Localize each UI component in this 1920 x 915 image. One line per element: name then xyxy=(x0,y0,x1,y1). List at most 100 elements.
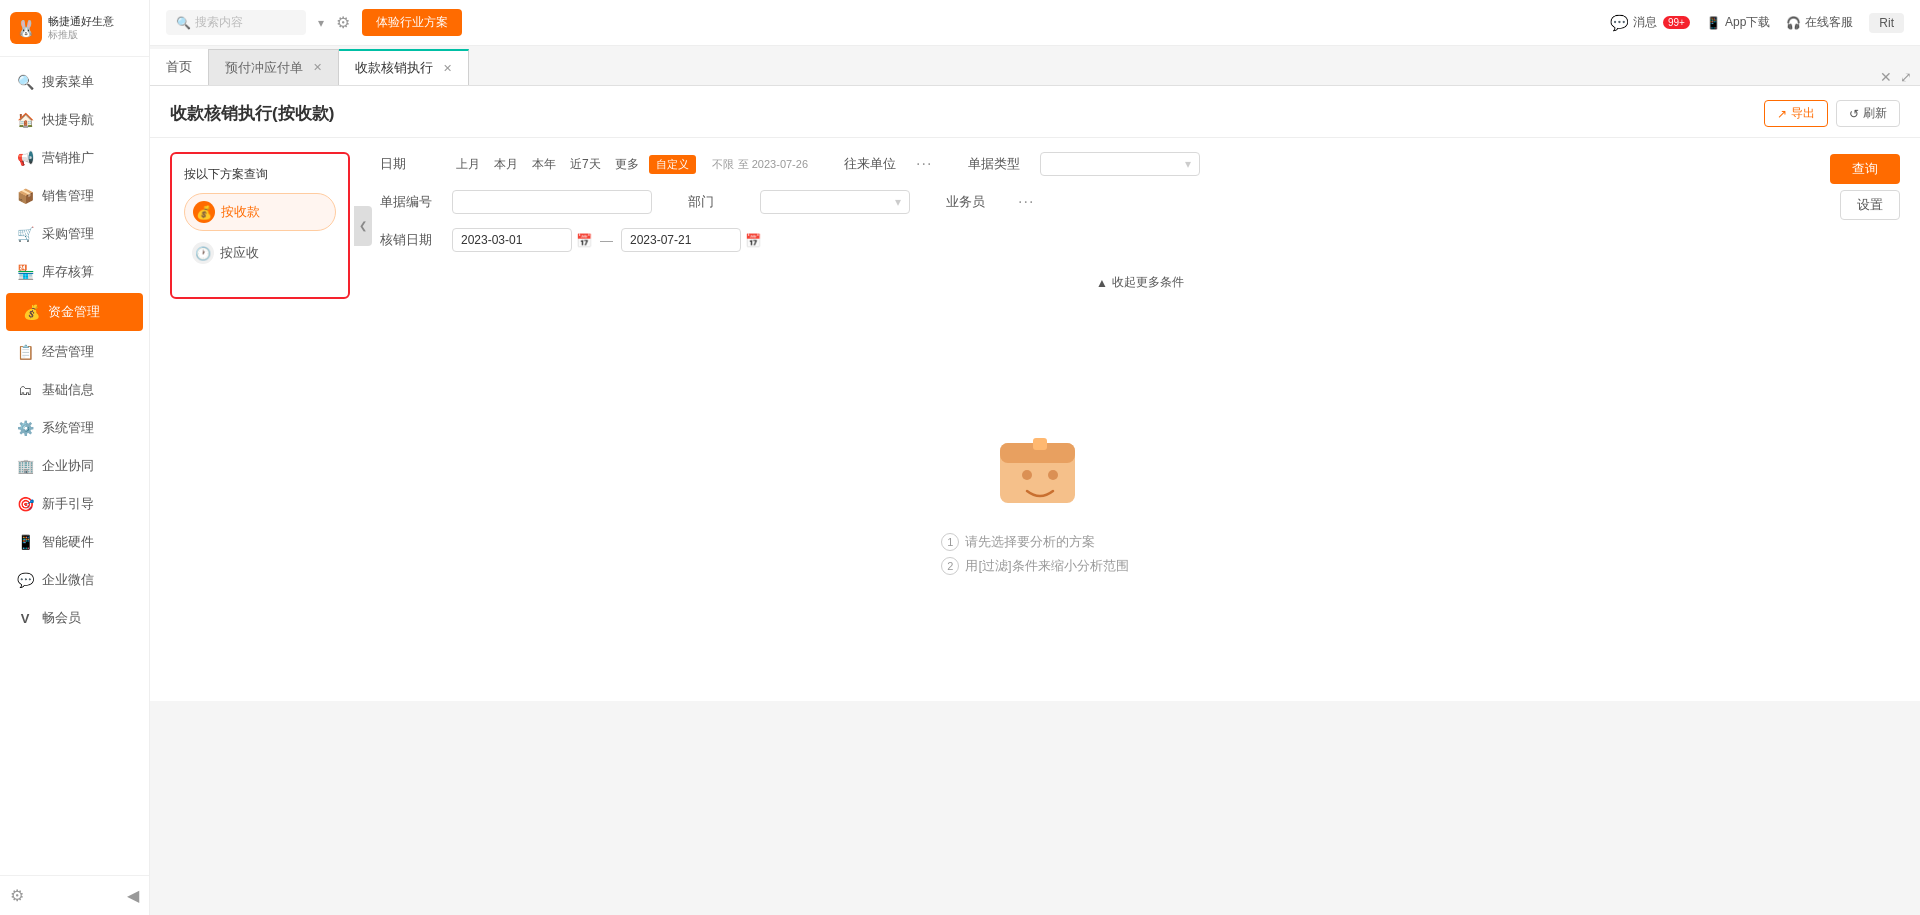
offset-date-label: 核销日期 xyxy=(380,231,436,249)
offset-date-range: 📅 — 📅 xyxy=(452,228,761,252)
marketing-icon: 📢 xyxy=(16,150,34,166)
logo-area: 🐰 畅捷通好生意 标推版 xyxy=(0,0,149,57)
collapse-more-btn[interactable]: ▲ 收起更多条件 xyxy=(380,266,1900,299)
sidebar-item-inventory[interactable]: 🏪 库存核算 xyxy=(0,253,149,291)
settings-btn[interactable]: 设置 xyxy=(1840,190,1900,220)
tab-home[interactable]: 首页 xyxy=(150,49,209,85)
sales-icon: 📦 xyxy=(16,188,34,204)
sidebar-item-marketing[interactable]: 📢 营销推广 xyxy=(0,139,149,177)
svg-point-3 xyxy=(1048,470,1058,480)
filter-sidebar-title: 按以下方案查询 xyxy=(184,166,336,183)
date-filter-row: 日期 上月 本月 本年 近7天 更多 自定义 不限 至 xyxy=(380,152,1830,176)
user-account[interactable]: Rit xyxy=(1869,13,1904,33)
offset-date-row: 核销日期 📅 — 📅 xyxy=(380,228,1830,252)
topbar-gear-icon[interactable]: ⚙ xyxy=(336,13,350,32)
filter-option-by-receipt[interactable]: 💰 按收款 xyxy=(184,193,336,231)
funds-icon: 💰 xyxy=(22,304,40,320)
sidebar-item-purchase[interactable]: 🛒 采购管理 xyxy=(0,215,149,253)
search-menu-icon: 🔍 xyxy=(16,74,34,90)
date-this-year[interactable]: 本年 xyxy=(528,154,560,175)
date-range-dash: — xyxy=(600,233,613,248)
sidebar-item-operations[interactable]: 📋 经营管理 xyxy=(0,333,149,371)
tab-receipt-offset[interactable]: 收款核销执行 ✕ xyxy=(339,49,469,85)
sidebar-nav: 🔍 搜索菜单 🏠 快捷导航 📢 营销推广 📦 销售管理 🛒 采购管理 🏪 库存核… xyxy=(0,57,149,875)
refresh-btn[interactable]: ↺ 刷新 xyxy=(1836,100,1900,127)
sidebar-item-search-menu[interactable]: 🔍 搜索菜单 xyxy=(0,63,149,101)
empty-state: 1 请先选择要分析的方案 2 用[过滤]条件来缩小分析范围 xyxy=(150,353,1920,621)
offset-date-end-cal-icon[interactable]: 📅 xyxy=(745,233,761,248)
date-custom-tag[interactable]: 自定义 xyxy=(649,155,696,174)
online-service-btn[interactable]: 🎧 在线客服 xyxy=(1786,14,1853,31)
page-content: 收款核销执行(按收款) ↗ 导出 ↺ 刷新 按以下方案查询 💰 按收款 xyxy=(150,86,1920,915)
tab-prepay[interactable]: 预付冲应付单 ✕ xyxy=(209,49,339,85)
filter-option-by-receivable[interactable]: 🕐 按应收 xyxy=(184,235,336,271)
app-download-btn[interactable]: 📱 App下载 xyxy=(1706,14,1770,31)
topbar-chevron-icon[interactable]: ▾ xyxy=(318,16,324,30)
tab-prepay-close[interactable]: ✕ xyxy=(313,61,322,74)
date-no-limit-label: 不限 xyxy=(712,157,734,172)
tab-close-all-icon[interactable]: ✕ xyxy=(1880,69,1892,85)
filter-options-panel: 按以下方案查询 💰 按收款 🕐 按应收 ❮ xyxy=(170,152,350,299)
topbar: 🔍 搜索内容 ▾ ⚙ 体验行业方案 💬 消息 99+ 📱 App下载 🎧 在线客… xyxy=(150,0,1920,46)
tab-expand-icon[interactable]: ⤢ xyxy=(1900,69,1912,85)
doc-type-select[interactable]: ▾ xyxy=(1040,152,1200,176)
dept-chevron-icon: ▾ xyxy=(895,195,901,209)
date-this-month[interactable]: 本月 xyxy=(490,154,522,175)
main-area: 🔍 搜索内容 ▾ ⚙ 体验行业方案 💬 消息 99+ 📱 App下载 🎧 在线客… xyxy=(150,0,1920,915)
refresh-icon: ↺ xyxy=(1849,107,1859,121)
empty-illustration xyxy=(985,413,1085,513)
sidebar-item-system[interactable]: ⚙️ 系统管理 xyxy=(0,409,149,447)
empty-hints: 1 请先选择要分析的方案 2 用[过滤]条件来缩小分析范围 xyxy=(941,533,1128,581)
sidebar-item-funds[interactable]: 💰 资金管理 xyxy=(6,293,143,331)
counterparty-input[interactable]: ··· xyxy=(916,155,932,173)
app-name: 畅捷通好生意 xyxy=(48,14,114,28)
empty-state-area: 1 请先选择要分析的方案 2 用[过滤]条件来缩小分析范围 xyxy=(150,313,1920,701)
sidebar-item-quick-nav[interactable]: 🏠 快捷导航 xyxy=(0,101,149,139)
svg-point-2 xyxy=(1022,470,1032,480)
filter-area: 按以下方案查询 💰 按收款 🕐 按应收 ❮ xyxy=(150,138,1920,313)
sidebar-item-sales[interactable]: 📦 销售管理 xyxy=(0,177,149,215)
doc-type-chevron-icon: ▾ xyxy=(1185,157,1191,171)
app-icon: 📱 xyxy=(1706,16,1721,30)
offset-date-end-wrap: 📅 xyxy=(621,228,761,252)
date-no-limit-wrap: 不限 至 2023-07-26 xyxy=(712,157,808,172)
date-7days[interactable]: 近7天 xyxy=(566,154,605,175)
date-shortcuts: 上月 本月 本年 近7天 更多 自定义 xyxy=(452,154,696,175)
dept-select[interactable]: ▾ xyxy=(760,190,910,214)
guide-icon: 🎯 xyxy=(16,496,34,512)
sidebar-item-wechat[interactable]: 💬 企业微信 xyxy=(0,561,149,599)
doc-no-input[interactable] xyxy=(452,190,652,214)
sidebar-item-vip[interactable]: V 畅会员 xyxy=(0,599,149,637)
sidebar-settings-icon[interactable]: ⚙ xyxy=(10,886,24,905)
sidebar-item-guide[interactable]: 🎯 新手引导 xyxy=(0,485,149,523)
sidebar-item-basics[interactable]: 🗂 基础信息 xyxy=(0,371,149,409)
staff-input[interactable]: ··· xyxy=(1018,193,1034,211)
date-more[interactable]: 更多 xyxy=(611,154,643,175)
doc-filter-row: 单据编号 部门 ▾ 业务员 ··· xyxy=(380,190,1830,214)
offset-date-end-input[interactable] xyxy=(621,228,741,252)
export-btn[interactable]: ↗ 导出 xyxy=(1764,100,1828,127)
sidebar-collapse-icon[interactable]: ◀ xyxy=(127,886,139,905)
page-header: 收款核销执行(按收款) ↗ 导出 ↺ 刷新 xyxy=(150,86,1920,138)
topbar-search[interactable]: 🔍 搜索内容 xyxy=(166,10,306,35)
industry-btn[interactable]: 体验行业方案 xyxy=(362,9,462,36)
app-tag: 标推版 xyxy=(48,28,114,42)
home-icon: 🏠 xyxy=(16,112,34,128)
tab-receipt-offset-close[interactable]: ✕ xyxy=(443,62,452,75)
query-btn[interactable]: 查询 xyxy=(1830,154,1900,184)
wechat-icon: 💬 xyxy=(16,572,34,588)
sidebar-item-hardware[interactable]: 📱 智能硬件 xyxy=(0,523,149,561)
sidebar-item-enterprise[interactable]: 🏢 企业协同 xyxy=(0,447,149,485)
filter-query-area: 查询 设置 xyxy=(1830,152,1900,220)
offset-date-start-cal-icon[interactable]: 📅 xyxy=(576,233,592,248)
filter-main-rows: 日期 上月 本月 本年 近7天 更多 自定义 不限 至 xyxy=(380,152,1830,266)
dept-label: 部门 xyxy=(688,193,744,211)
date-to-label: 至 2023-07-26 xyxy=(738,157,808,172)
by-receivable-icon: 🕐 xyxy=(192,242,214,264)
offset-date-start-input[interactable] xyxy=(452,228,572,252)
message-btn[interactable]: 💬 消息 99+ xyxy=(1610,14,1690,32)
empty-hint-1: 1 请先选择要分析的方案 xyxy=(941,533,1128,551)
tab-bar: 首页 预付冲应付单 ✕ 收款核销执行 ✕ ✕ ⤢ xyxy=(150,46,1920,86)
date-last-month[interactable]: 上月 xyxy=(452,154,484,175)
filter-sidebar-collapse[interactable]: ❮ xyxy=(354,206,372,246)
